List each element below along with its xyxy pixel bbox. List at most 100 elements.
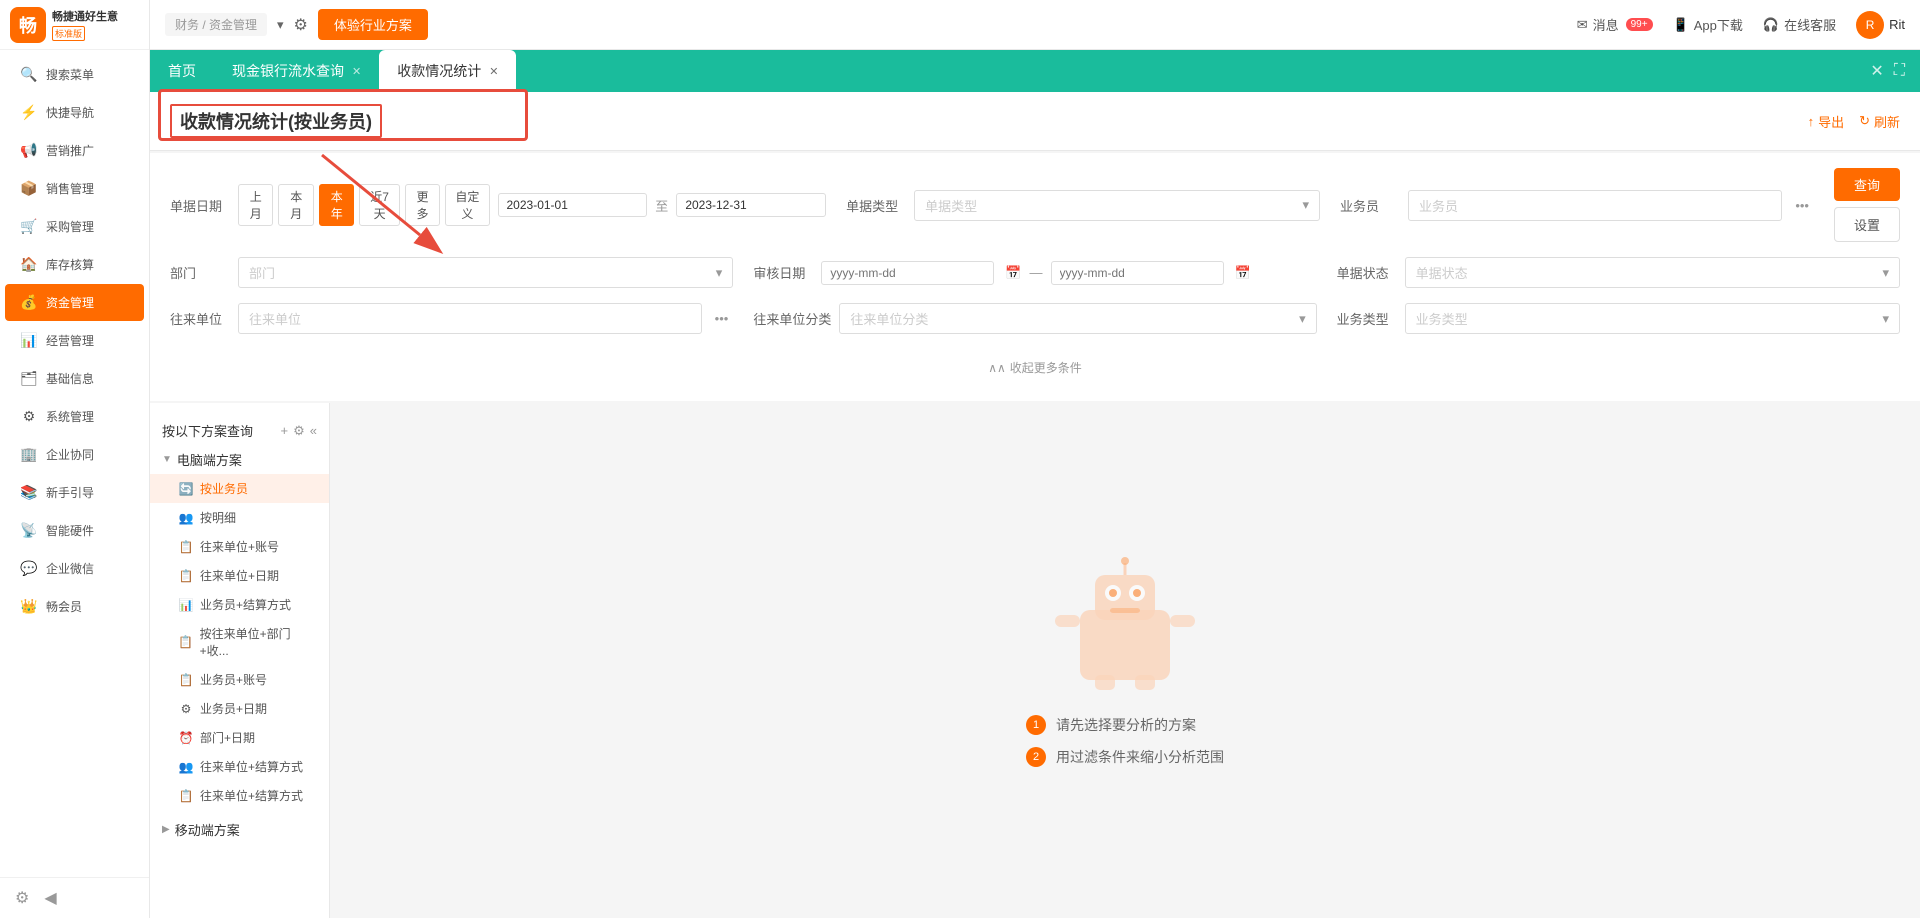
scheme-collapse-icon[interactable]: «	[310, 423, 317, 439]
dept-label: 部门	[170, 263, 230, 282]
scheme-item-cust-date[interactable]: 📋 往来单位+日期	[150, 561, 329, 590]
sidebar-item-hardware[interactable]: 📡 智能硬件	[5, 512, 144, 549]
scheme-item-salesman[interactable]: 🔄 按业务员	[150, 474, 329, 503]
left-panel: 按以下方案查询 + ⚙ « ▼ 电脑端方案 🔄 按业务员	[150, 403, 330, 918]
filter-review-date: 审核日期 📅 — 📅	[753, 261, 1316, 285]
review-date-from[interactable]	[821, 261, 994, 285]
export-button[interactable]: ↑ 导出	[1808, 112, 1845, 131]
tab-bank-close[interactable]: ✕	[352, 65, 361, 78]
user-name: Rit	[1889, 17, 1905, 32]
date-from-input[interactable]	[498, 193, 648, 217]
page-title: 收款情况统计(按业务员)	[170, 104, 382, 138]
date-btn-7days[interactable]: 近7天	[359, 184, 399, 226]
scheme-item-cust-pay1[interactable]: 👥 往来单位+结算方式	[150, 752, 329, 781]
tab-receipt-close[interactable]: ✕	[489, 65, 498, 78]
sidebar-item-search[interactable]: 🔍 搜索菜单	[5, 56, 144, 93]
sidebar-item-member[interactable]: 👑 畅会员	[5, 588, 144, 625]
breadcrumb-dropdown[interactable]: ▾	[277, 17, 284, 33]
calendar-to-icon[interactable]: 📅	[1235, 265, 1251, 281]
tab-fullscreen-icon[interactable]: ⛶	[1894, 62, 1905, 80]
sidebar-item-sales[interactable]: 📦 销售管理	[5, 170, 144, 207]
sidebar-item-enterprise[interactable]: 🏢 企业协同	[5, 436, 144, 473]
date-btn-custom[interactable]: 自定义	[445, 184, 489, 226]
query-button[interactable]: 查询	[1834, 168, 1900, 201]
app-download-action[interactable]: 📱 App下载	[1673, 15, 1743, 34]
tab-home-label: 首页	[168, 61, 196, 81]
scheme-item-cust-account[interactable]: 📋 往来单位+账号	[150, 532, 329, 561]
customer-label: 往来单位	[170, 309, 230, 328]
scheme-gear-icon[interactable]: ⚙	[293, 423, 305, 439]
sidebar-item-wechat[interactable]: 💬 企业微信	[5, 550, 144, 587]
scheme-salesman-icon: 🔄	[178, 482, 194, 496]
tab-close-all-icon[interactable]: ✕	[1870, 61, 1883, 81]
collapse-footer-icon[interactable]: ◀	[44, 888, 56, 908]
scheme-item-detail[interactable]: 👥 按明细	[150, 503, 329, 532]
sidebar-nav: 🔍 搜索菜单 ⚡ 快捷导航 📢 营销推广 📦 销售管理 🛒 采购管理 🏠 库存核…	[0, 50, 149, 877]
calendar-from-icon[interactable]: 📅	[1005, 265, 1021, 281]
message-action[interactable]: ✉ 消息 99+	[1577, 15, 1653, 34]
online-service-label: 在线客服	[1784, 15, 1836, 34]
scheme-item-cust-dept[interactable]: 📋 按往来单位+部门+收...	[150, 619, 329, 665]
collapse-bar[interactable]: ∧∧ 收起更多条件	[170, 349, 1900, 386]
trial-button[interactable]: 体验行业方案	[318, 9, 428, 40]
scheme-item-sales-pay[interactable]: 📊 业务员+结算方式	[150, 590, 329, 619]
system-icon: ⚙	[20, 408, 38, 425]
sidebar-item-operation[interactable]: 📊 经营管理	[5, 322, 144, 359]
sidebar-item-guide[interactable]: 📚 新手引导	[5, 474, 144, 511]
date-to-input[interactable]	[676, 193, 826, 217]
sidebar-item-system[interactable]: ⚙ 系统管理	[5, 398, 144, 435]
logo-title: 畅捷通好生意	[52, 8, 118, 24]
settings-button[interactable]: 设置	[1834, 207, 1900, 242]
sidebar-label-quicknav: 快捷导航	[46, 104, 94, 121]
sidebar-label-sales: 销售管理	[46, 180, 94, 197]
salesman-select[interactable]: 业务员	[1408, 190, 1782, 221]
date-btn-this-year[interactable]: 本年	[319, 184, 354, 226]
biz-type-select[interactable]: 业务类型 ▾	[1405, 303, 1900, 334]
scheme-item-cust-pay2[interactable]: 📋 往来单位+结算方式	[150, 781, 329, 810]
customer-cat-value: 往来单位分类	[850, 309, 928, 328]
refresh-button[interactable]: ↻ 刷新	[1859, 112, 1900, 131]
scheme-item-sales-acc[interactable]: 📋 业务员+账号	[150, 665, 329, 694]
sidebar-item-purchase[interactable]: 🛒 采购管理	[5, 208, 144, 245]
filter-date: 单据日期 上月 本月 本年 近7天 更多 自定义 至	[170, 184, 826, 226]
review-date-to[interactable]	[1051, 261, 1224, 285]
scheme-group-desktop: ▼ 电脑端方案 🔄 按业务员 👥 按明细 📋 往来单位+账号	[150, 445, 329, 810]
content-body: 按以下方案查询 + ⚙ « ▼ 电脑端方案 🔄 按业务员	[150, 403, 1920, 918]
settings-footer-icon[interactable]: ⚙	[15, 888, 29, 908]
customer-value: 往来单位	[249, 309, 301, 328]
scheme-item-dept-date[interactable]: ⏰ 部门+日期	[150, 723, 329, 752]
sidebar-item-marketing[interactable]: 📢 营销推广	[5, 132, 144, 169]
header-gear-icon[interactable]: ⚙	[294, 15, 308, 35]
salesman-more-dots[interactable]: •••	[1790, 198, 1814, 213]
tab-bank[interactable]: 现金银行流水查询 ✕	[214, 50, 379, 92]
message-badge: 99+	[1626, 18, 1653, 31]
tab-receipt[interactable]: 收款情况统计 ✕	[379, 50, 516, 92]
sidebar-item-inventory[interactable]: 🏠 库存核算	[5, 246, 144, 283]
scheme-panel-title: 按以下方案查询	[162, 421, 253, 440]
finance-icon: 💰	[20, 294, 38, 311]
doc-type-select[interactable]: 单据类型 ▾	[914, 190, 1320, 221]
tab-home[interactable]: 首页	[150, 50, 214, 92]
online-service-action[interactable]: 🎧 在线客服	[1763, 15, 1836, 34]
empty-steps: 1 请先选择要分析的方案 2 用过滤条件来缩小分析范围	[1026, 715, 1224, 767]
scheme-group-mobile-header[interactable]: ▶ 移动端方案	[150, 815, 329, 844]
date-btn-this-month[interactable]: 本月	[278, 184, 313, 226]
customer-select[interactable]: 往来单位	[238, 303, 702, 334]
doc-type-label: 单据类型	[846, 196, 906, 215]
scheme-item-sales-date[interactable]: ⚙ 业务员+日期	[150, 694, 329, 723]
user-avatar-area[interactable]: R Rit	[1856, 11, 1905, 39]
scheme-add-icon[interactable]: +	[281, 423, 289, 439]
sidebar-item-quicknav[interactable]: ⚡ 快捷导航	[5, 94, 144, 131]
date-btn-more[interactable]: 更多	[405, 184, 440, 226]
sales-icon: 📦	[20, 180, 38, 197]
inventory-icon: 🏠	[20, 256, 38, 273]
date-btn-last-month[interactable]: 上月	[238, 184, 273, 226]
sidebar-item-finance[interactable]: 💰 资金管理	[5, 284, 144, 321]
member-icon: 👑	[20, 598, 38, 615]
customer-cat-select[interactable]: 往来单位分类 ▾	[839, 303, 1316, 334]
scheme-group-desktop-header[interactable]: ▼ 电脑端方案	[150, 445, 329, 474]
sidebar-item-basic[interactable]: 🗂 基础信息	[5, 360, 144, 397]
customer-more-dots[interactable]: •••	[710, 311, 734, 326]
doc-status-select[interactable]: 单据状态 ▾	[1405, 257, 1900, 288]
dept-select[interactable]: 部门 ▾	[238, 257, 733, 288]
